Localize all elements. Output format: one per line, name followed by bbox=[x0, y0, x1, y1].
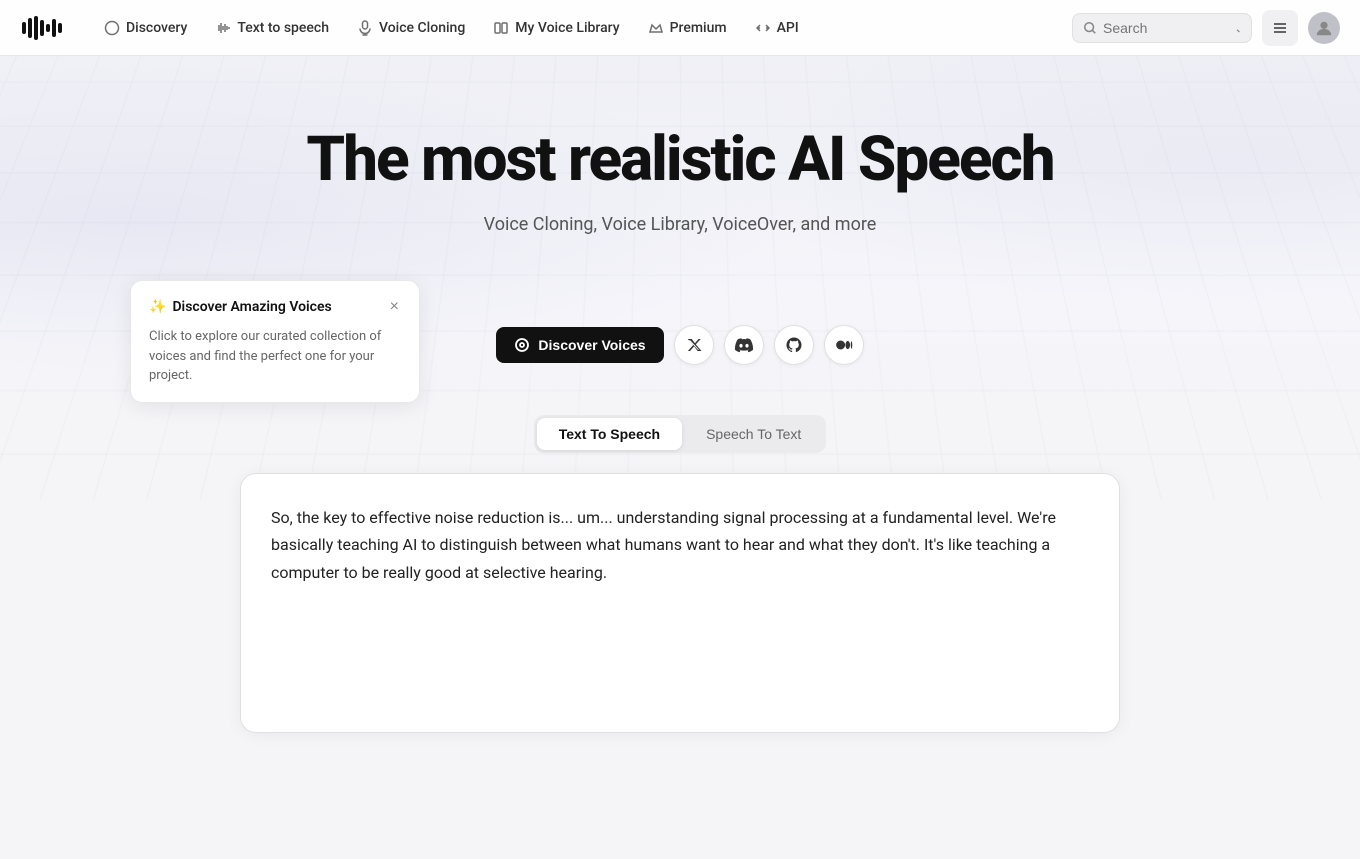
social-btn-discord[interactable] bbox=[724, 325, 764, 365]
text-area-content: So, the key to effective noise reduction… bbox=[271, 504, 1089, 586]
tabs-container: Text To Speech Speech To Text bbox=[0, 415, 1360, 453]
nav-link-my-voice-library[interactable]: My Voice Library bbox=[481, 14, 631, 42]
nav-link-premium[interactable]: Premium bbox=[636, 14, 739, 42]
tab-speech-to-text[interactable]: Speech To Text bbox=[684, 418, 823, 450]
nav-links: Discovery Text to speech Voic bbox=[92, 14, 1072, 42]
hero-subtitle: Voice Cloning, Voice Library, VoiceOver,… bbox=[20, 214, 1340, 235]
nav-link-voice-cloning[interactable]: Voice Cloning bbox=[345, 14, 477, 42]
discover-voices-label: Discover Voices bbox=[538, 337, 645, 353]
social-btn-medium[interactable] bbox=[824, 325, 864, 365]
nav-api-label: API bbox=[777, 20, 799, 36]
x-icon bbox=[686, 337, 702, 353]
nav-premium-label: Premium bbox=[670, 20, 727, 36]
tooltip-title: ✨ Discover Amazing Voices bbox=[149, 299, 332, 315]
search-submit-icon bbox=[1230, 21, 1241, 35]
navbar: Discovery Text to speech Voic bbox=[0, 0, 1360, 56]
mic-icon bbox=[357, 20, 373, 36]
compass-icon bbox=[104, 20, 120, 36]
discover-voices-button[interactable]: Discover Voices bbox=[496, 327, 663, 363]
nav-voice-cloning-label: Voice Cloning bbox=[379, 20, 465, 36]
search-input[interactable] bbox=[1103, 20, 1224, 36]
social-btn-github[interactable] bbox=[774, 325, 814, 365]
nav-voice-library-label: My Voice Library bbox=[515, 20, 619, 36]
library-icon bbox=[493, 20, 509, 36]
nav-link-discovery[interactable]: Discovery bbox=[92, 14, 199, 42]
tooltip-card: ✨ Discover Amazing Voices × Click to exp… bbox=[130, 280, 420, 403]
github-icon bbox=[785, 336, 803, 354]
page: The most realistic AI Speech Voice Cloni… bbox=[0, 0, 1360, 859]
social-btn-x[interactable] bbox=[674, 325, 714, 365]
nav-tts-label: Text to speech bbox=[237, 20, 329, 36]
medium-icon bbox=[835, 336, 853, 354]
menu-button[interactable] bbox=[1262, 10, 1298, 46]
search-icon bbox=[1083, 21, 1097, 35]
tooltip-close-button[interactable]: × bbox=[388, 297, 401, 317]
tab-text-to-speech[interactable]: Text To Speech bbox=[537, 418, 682, 450]
nav-right bbox=[1072, 10, 1340, 46]
waveform-icon bbox=[215, 20, 231, 36]
nav-link-text-to-speech[interactable]: Text to speech bbox=[203, 14, 341, 42]
headphones-icon bbox=[514, 337, 530, 353]
api-icon bbox=[755, 20, 771, 36]
crown-icon bbox=[648, 20, 664, 36]
search-box[interactable] bbox=[1072, 13, 1252, 43]
tooltip-title-text: Discover Amazing Voices bbox=[172, 299, 331, 315]
nav-link-api[interactable]: API bbox=[743, 14, 811, 42]
avatar[interactable] bbox=[1308, 12, 1340, 44]
tooltip-body: Click to explore our curated collection … bbox=[149, 327, 401, 386]
tabs-wrapper: Text To Speech Speech To Text bbox=[534, 415, 827, 453]
discord-icon bbox=[735, 336, 753, 354]
sparkle-icon: ✨ bbox=[149, 299, 166, 315]
text-area-wrapper: So, the key to effective noise reduction… bbox=[240, 473, 1120, 733]
hero-section: The most realistic AI Speech Voice Cloni… bbox=[0, 56, 1360, 315]
hero-title: The most realistic AI Speech bbox=[20, 126, 1340, 194]
tooltip-header: ✨ Discover Amazing Voices × bbox=[149, 297, 401, 317]
nav-discovery-label: Discovery bbox=[126, 20, 187, 36]
logo[interactable] bbox=[20, 14, 68, 42]
